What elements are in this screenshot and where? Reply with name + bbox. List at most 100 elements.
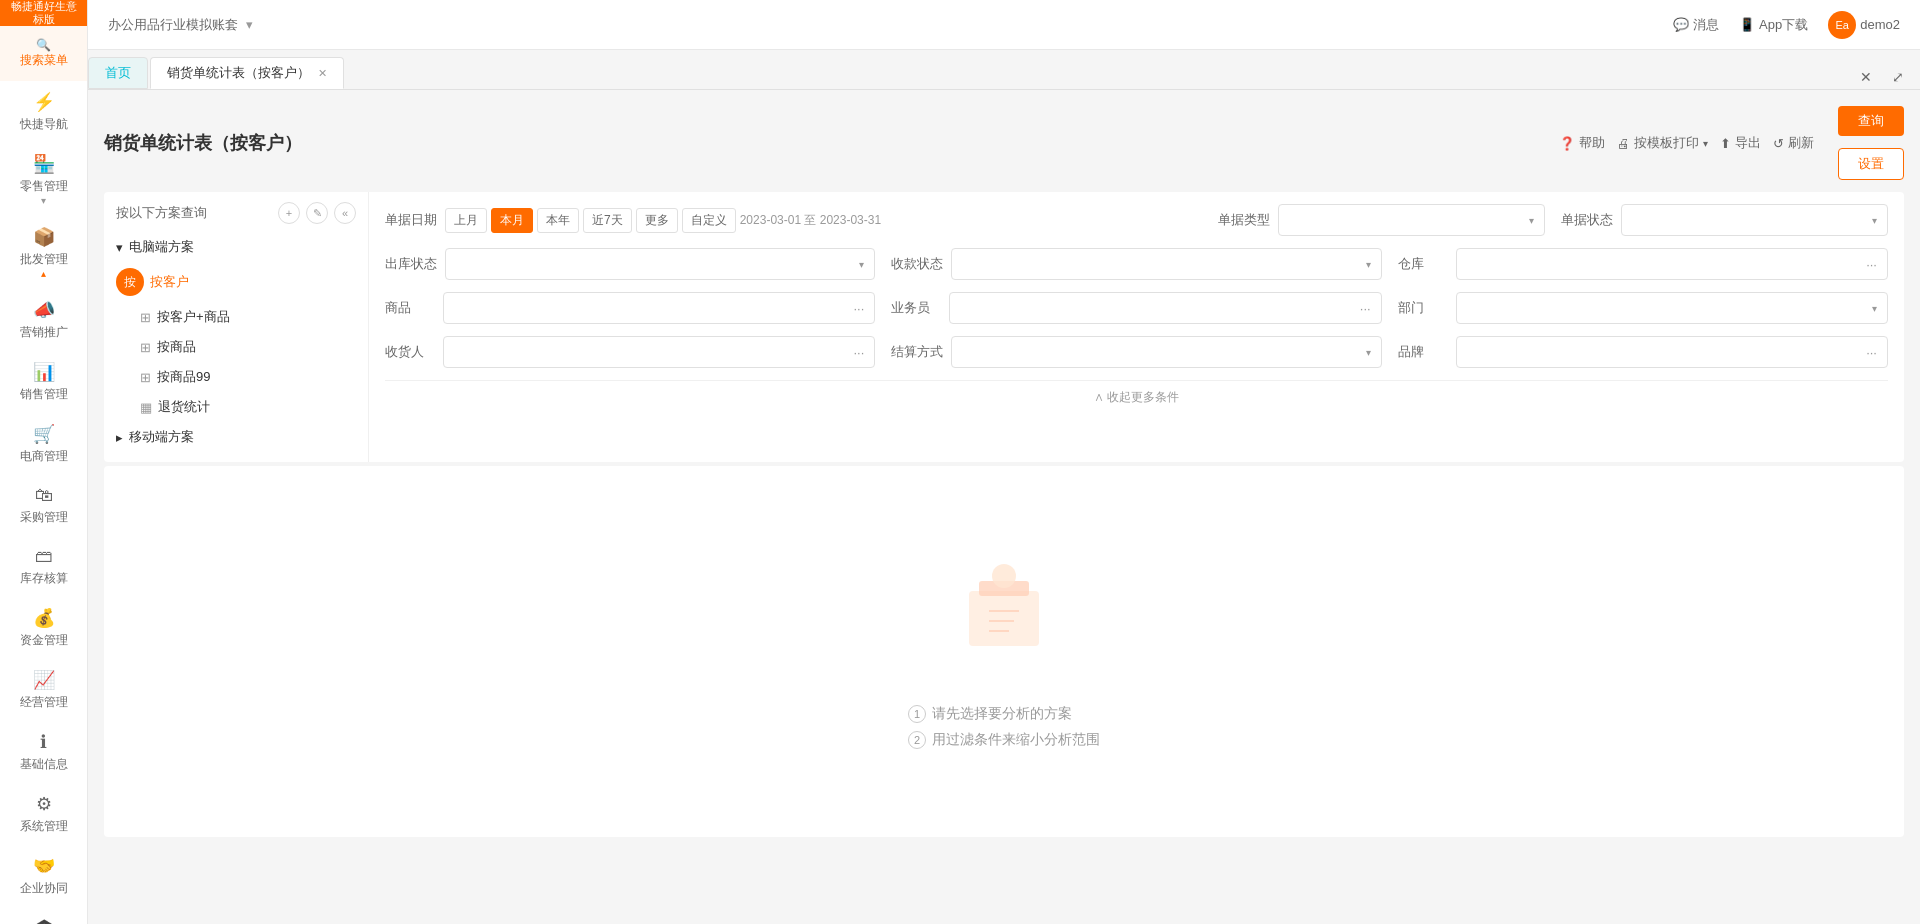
empty-tips: 1 请先选择要分析的方案 2 用过滤条件来缩小分析范围: [908, 705, 1100, 757]
scheme-item-by-customer[interactable]: 按 按客户: [104, 262, 368, 302]
date-this-year[interactable]: 本年: [537, 208, 579, 233]
page-title: 销货单统计表（按客户）: [104, 131, 302, 155]
finance-icon: 💰: [33, 607, 55, 629]
sidebar-item-sales[interactable]: 📊 销售管理: [0, 351, 87, 413]
collapse-scheme-btn[interactable]: «: [334, 202, 356, 224]
collapse-bar[interactable]: ∧ 收起更多条件: [385, 380, 1888, 414]
filter-area: 单据日期 上月 本月 本年 近7天 更多 自定义 2023-03-01 至 20…: [369, 192, 1904, 462]
page-actions: ❓ 帮助 🖨 按模板打印 ▾ ⬆ 导出 ↺ 刷新 查询: [1559, 106, 1904, 180]
quicknav-icon: ⚡: [33, 91, 55, 113]
type-select[interactable]: ▾: [1278, 204, 1545, 236]
date-last-7[interactable]: 近7天: [583, 208, 632, 233]
export-btn[interactable]: ⬆ 导出: [1720, 134, 1761, 152]
svg-rect-0: [969, 591, 1039, 646]
tab-home[interactable]: 首页: [88, 57, 148, 89]
refresh-btn[interactable]: ↺ 刷新: [1773, 134, 1814, 152]
add-scheme-btn[interactable]: +: [278, 202, 300, 224]
tab-bar: 首页 销货单统计表（按客户） ✕ ✕ ⤢: [88, 50, 1920, 90]
goods-select[interactable]: ···: [443, 292, 875, 324]
tab-close-icon[interactable]: ✕: [318, 67, 327, 80]
settle-select[interactable]: ▾: [951, 336, 1381, 368]
user-avatar[interactable]: Ea demo2: [1828, 11, 1900, 39]
sidebar-item-marketing[interactable]: 📣 营销推广: [0, 289, 87, 351]
retail-icon: 🏪: [33, 153, 55, 175]
sidebar-item-finance[interactable]: 💰 资金管理: [0, 597, 87, 659]
date-more[interactable]: 更多: [636, 208, 678, 233]
receiver-dots[interactable]: ···: [853, 345, 864, 360]
sales-icon: 📊: [33, 361, 55, 383]
close-tab-btn[interactable]: ✕: [1854, 65, 1878, 89]
brand-label: 品牌: [1398, 343, 1448, 361]
goods-dots[interactable]: ···: [853, 301, 864, 316]
main-area: 办公用品行业模拟账套 ▾ 💬 消息 📱 App下载 Ea demo2 首页: [88, 0, 1920, 924]
warehouse-dots[interactable]: ···: [1866, 257, 1877, 272]
settings-button[interactable]: 设置: [1838, 148, 1904, 180]
sidebar-item-collab[interactable]: 🤝 企业协同: [0, 845, 87, 907]
receiver-select[interactable]: ···: [443, 336, 875, 368]
empty-tip-2: 2 用过滤条件来缩小分析范围: [908, 731, 1100, 749]
date-last-month[interactable]: 上月: [445, 208, 487, 233]
scheme-item-goods99[interactable]: ⊞ 按商品99: [104, 362, 368, 392]
date-this-month[interactable]: 本月: [491, 208, 533, 233]
scheme-header: 按以下方案查询 + ✎ «: [104, 202, 368, 232]
type-chevron: ▾: [1529, 215, 1534, 226]
sidebar-item-guide[interactable]: 🎓 新手引导: [0, 907, 87, 924]
print-btn[interactable]: 🖨 按模板打印 ▾: [1617, 134, 1708, 152]
sidebar-item-inventory[interactable]: 🗃 库存核算: [0, 536, 87, 597]
staff-dots[interactable]: ···: [1360, 301, 1371, 316]
goods-field: 商品 ···: [385, 292, 875, 324]
page-header: 销货单统计表（按客户） ❓ 帮助 🖨 按模板打印 ▾ ⬆ 导出 ↺ 刷新: [104, 106, 1904, 180]
message-btn[interactable]: 💬 消息: [1673, 16, 1719, 34]
scheme-group-pc-title[interactable]: ▾ 电脑端方案: [104, 232, 368, 262]
breadcrumb: 办公用品行业模拟账套 ▾: [108, 16, 253, 34]
expand-tab-btn[interactable]: ⤢: [1886, 65, 1910, 89]
status-chevron: ▾: [1872, 215, 1877, 226]
system-icon: ⚙: [36, 793, 52, 815]
filter-container: 按以下方案查询 + ✎ « ▾ 电脑端方案 按 按客户: [104, 192, 1904, 462]
sidebar-item-search[interactable]: 🔍 搜索菜单: [0, 26, 87, 81]
sidebar-item-wholesale[interactable]: 📦 批发管理 ▴: [0, 216, 87, 289]
staff-select[interactable]: ···: [949, 292, 1381, 324]
out-status-chevron: ▾: [859, 259, 864, 270]
date-label: 单据日期: [385, 211, 437, 229]
date-range-display: 2023-03-01 至 2023-03-31: [740, 212, 881, 229]
status-select[interactable]: ▾: [1621, 204, 1888, 236]
empty-icon: [944, 546, 1064, 685]
sidebar-item-system[interactable]: ⚙ 系统管理: [0, 783, 87, 845]
sidebar-item-quicknav[interactable]: ⚡ 快捷导航: [0, 81, 87, 143]
wholesale-icon: 📦: [33, 226, 55, 248]
warehouse-field: 仓库 ···: [1398, 248, 1888, 280]
scheme-group-mobile-title[interactable]: ▸ 移动端方案: [104, 422, 368, 452]
scheme-icon-4: ▦: [140, 400, 152, 415]
sidebar-item-operations[interactable]: 📈 经营管理: [0, 659, 87, 721]
out-status-select[interactable]: ▾: [445, 248, 875, 280]
app-download-btn[interactable]: 📱 App下载: [1739, 16, 1808, 34]
date-group: 上月 本月 本年 近7天 更多 自定义 2023-03-01 至 2023-03…: [445, 208, 1202, 233]
help-btn[interactable]: ❓ 帮助: [1559, 134, 1605, 152]
scheme-header-actions: + ✎ «: [278, 202, 356, 224]
query-button[interactable]: 查询: [1838, 106, 1904, 136]
scheme-item-by-goods[interactable]: ⊞ 按商品: [104, 332, 368, 362]
guide-icon: 🎓: [33, 917, 55, 924]
scheme-icon-3: ⊞: [140, 370, 151, 385]
warehouse-select[interactable]: ···: [1456, 248, 1888, 280]
purchase-icon: 🛍: [35, 485, 53, 506]
tab-bar-actions: ✕ ⤢: [1844, 65, 1920, 89]
sidebar-item-retail[interactable]: 🏪 零售管理 ▾: [0, 143, 87, 216]
dept-select[interactable]: ▾: [1456, 292, 1888, 324]
sidebar-item-basic-info[interactable]: ℹ 基础信息: [0, 721, 87, 783]
brand-dots[interactable]: ···: [1866, 345, 1877, 360]
staff-label: 业务员: [891, 299, 941, 317]
scheme-item-customer-goods[interactable]: ⊞ 按客户+商品: [104, 302, 368, 332]
empty-state: 1 请先选择要分析的方案 2 用过滤条件来缩小分析范围: [104, 466, 1904, 837]
brand-select[interactable]: ···: [1456, 336, 1888, 368]
date-custom[interactable]: 自定义: [682, 208, 736, 233]
top-header: 办公用品行业模拟账套 ▾ 💬 消息 📱 App下载 Ea demo2: [88, 0, 1920, 50]
edit-scheme-btn[interactable]: ✎: [306, 202, 328, 224]
sidebar-item-ecommerce[interactable]: 🛒 电商管理: [0, 413, 87, 475]
action-bar: 查询 设置: [1838, 106, 1904, 180]
sidebar-item-purchase[interactable]: 🛍 采购管理: [0, 475, 87, 536]
receipt-status-select[interactable]: ▾: [951, 248, 1381, 280]
scheme-item-returns[interactable]: ▦ 退货统计: [104, 392, 368, 422]
tab-sales-stats[interactable]: 销货单统计表（按客户） ✕: [150, 57, 344, 89]
